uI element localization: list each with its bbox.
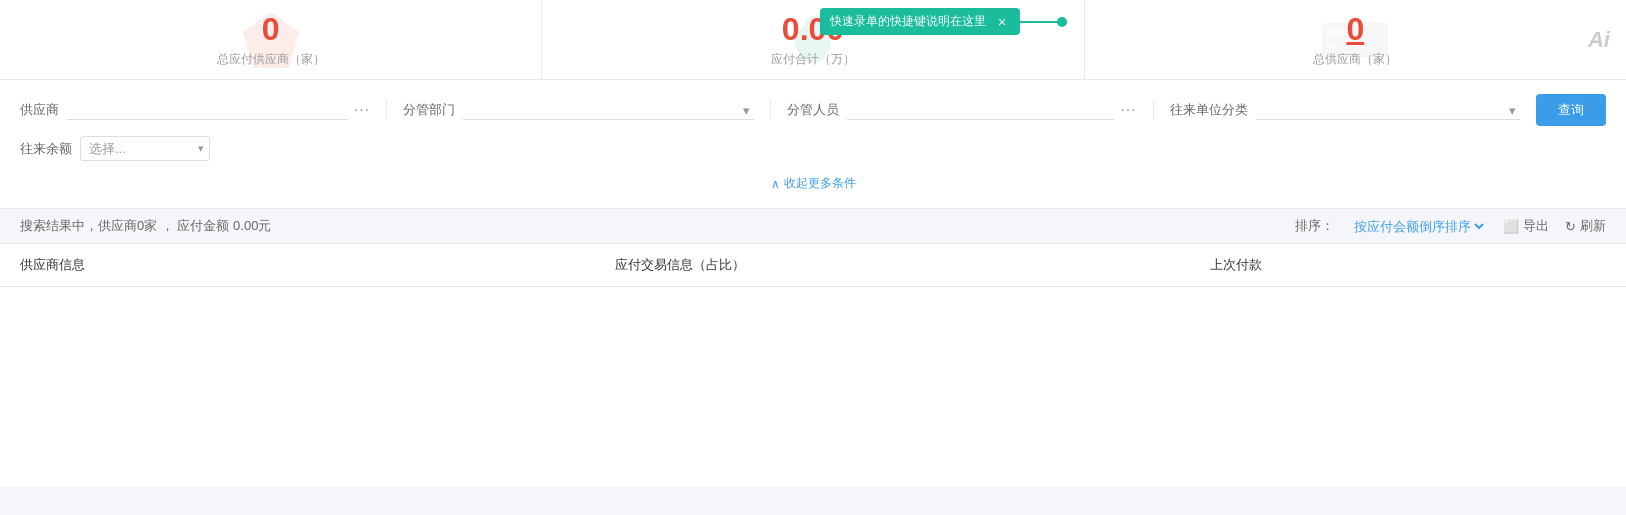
filter-supplier-dots[interactable]: ··· <box>354 101 370 119</box>
stat-payable-total-label: 应付合计（万） <box>771 51 855 68</box>
result-suppliers-text: 搜索结果中，供应商0家 <box>20 218 157 233</box>
stat-payable-total: 快速录单的快捷键说明在这里 × 0.00 应付合计（万） <box>542 0 1084 80</box>
filter-amount-select-wrap: 选择... ▾ <box>80 136 210 161</box>
table-header: 供应商信息 应付交易信息（占比） 上次付款 <box>0 244 1626 287</box>
stat-total-suppliers-label: 总供应商（家） <box>1313 51 1397 68</box>
filter-unit-label: 往来单位分类 <box>1170 101 1248 119</box>
stat-payable-label: 总应付供应商（家） <box>217 51 325 68</box>
filter-amount-select[interactable]: 选择... <box>80 136 210 161</box>
filter-dept-select[interactable] <box>463 100 753 120</box>
collapse-label: 收起更多条件 <box>784 175 856 192</box>
tooltip-close[interactable]: × <box>998 14 1006 30</box>
divider-1 <box>386 100 387 120</box>
filter-dept-select-wrap: ▾ <box>463 100 753 120</box>
tooltip-bar: 快速录单的快捷键说明在这里 × <box>820 8 1020 35</box>
filter-unit-select-wrap: ▾ <box>1256 100 1520 120</box>
filter-supplier-input[interactable] <box>67 100 348 120</box>
stats-bar: 0 总应付供应商（家） 快速录单的快捷键说明在这里 × 0.00 应付合计（万） <box>0 0 1626 80</box>
filter-row-1: 供应商 ··· 分管部门 ▾ 分管人员 ··· 往来单位分类 <box>20 94 1606 126</box>
stat-total-suppliers: 0 总供应商（家） Ai <box>1085 0 1626 80</box>
stat-payable-suppliers: 0 总应付供应商（家） <box>0 0 542 80</box>
result-amount-text: ， <box>161 218 174 233</box>
sort-select[interactable]: 按应付会额倒序排序 <box>1350 218 1487 235</box>
result-bar: 搜索结果中，供应商0家 ， 应付金额 0.00元 排序： 按应付会额倒序排序 ⬜… <box>0 209 1626 244</box>
ai-badge: Ai <box>1588 27 1610 53</box>
collapse-bar: ∧ 收起更多条件 <box>20 171 1606 202</box>
refresh-icon: ↻ <box>1565 219 1576 234</box>
filter-person-group: 分管人员 ··· <box>787 100 1137 120</box>
filter-person-dots[interactable]: ··· <box>1120 101 1136 119</box>
filter-person-label: 分管人员 <box>787 101 839 119</box>
table-body <box>0 287 1626 487</box>
th-transaction: 应付交易信息（占比） <box>615 256 1210 274</box>
query-button[interactable]: 查询 <box>1536 94 1606 126</box>
filter-person-input[interactable] <box>847 100 1115 120</box>
filter-unit-select[interactable] <box>1256 100 1520 120</box>
tooltip-dot <box>1057 17 1067 27</box>
th-supplier: 供应商信息 <box>20 256 615 274</box>
export-label: 导出 <box>1523 217 1549 235</box>
result-amount: 应付金额 0.00元 <box>177 218 271 233</box>
stat-payable-content: 0 总应付供应商（家） <box>217 12 325 68</box>
table-area: 供应商信息 应付交易信息（占比） 上次付款 <box>0 244 1626 487</box>
filter-amount-label: 往来余额 <box>20 140 72 158</box>
export-icon: ⬜ <box>1503 219 1519 234</box>
stat-total-suppliers-value: 0 <box>1346 12 1364 47</box>
sort-label: 排序： <box>1295 217 1334 235</box>
filter-unit-group: 往来单位分类 ▾ <box>1170 100 1520 120</box>
th-lastpay: 上次付款 <box>1210 256 1607 274</box>
filter-dept-group: 分管部门 ▾ <box>403 100 753 120</box>
collapse-button[interactable]: ∧ 收起更多条件 <box>771 175 856 192</box>
filter-supplier-label: 供应商 <box>20 101 59 119</box>
filter-area: 供应商 ··· 分管部门 ▾ 分管人员 ··· 往来单位分类 <box>0 80 1626 209</box>
collapse-arrow-icon: ∧ <box>771 177 780 191</box>
divider-2 <box>770 100 771 120</box>
refresh-label: 刷新 <box>1580 217 1606 235</box>
filter-row-2: 往来余额 选择... ▾ <box>20 136 1606 161</box>
filter-dept-label: 分管部门 <box>403 101 455 119</box>
filter-supplier-group: 供应商 ··· <box>20 100 370 120</box>
export-button[interactable]: ⬜ 导出 <box>1503 217 1549 235</box>
result-actions: 排序： 按应付会额倒序排序 ⬜ 导出 ↻ 刷新 <box>1295 217 1606 235</box>
stat-total-suppliers-content: 0 总供应商（家） <box>1313 12 1397 68</box>
tooltip-text: 快速录单的快捷键说明在这里 <box>830 13 986 30</box>
refresh-button[interactable]: ↻ 刷新 <box>1565 217 1606 235</box>
divider-3 <box>1153 100 1154 120</box>
stat-payable-value: 0 <box>262 12 280 47</box>
result-info: 搜索结果中，供应商0家 ， 应付金额 0.00元 <box>20 217 271 235</box>
